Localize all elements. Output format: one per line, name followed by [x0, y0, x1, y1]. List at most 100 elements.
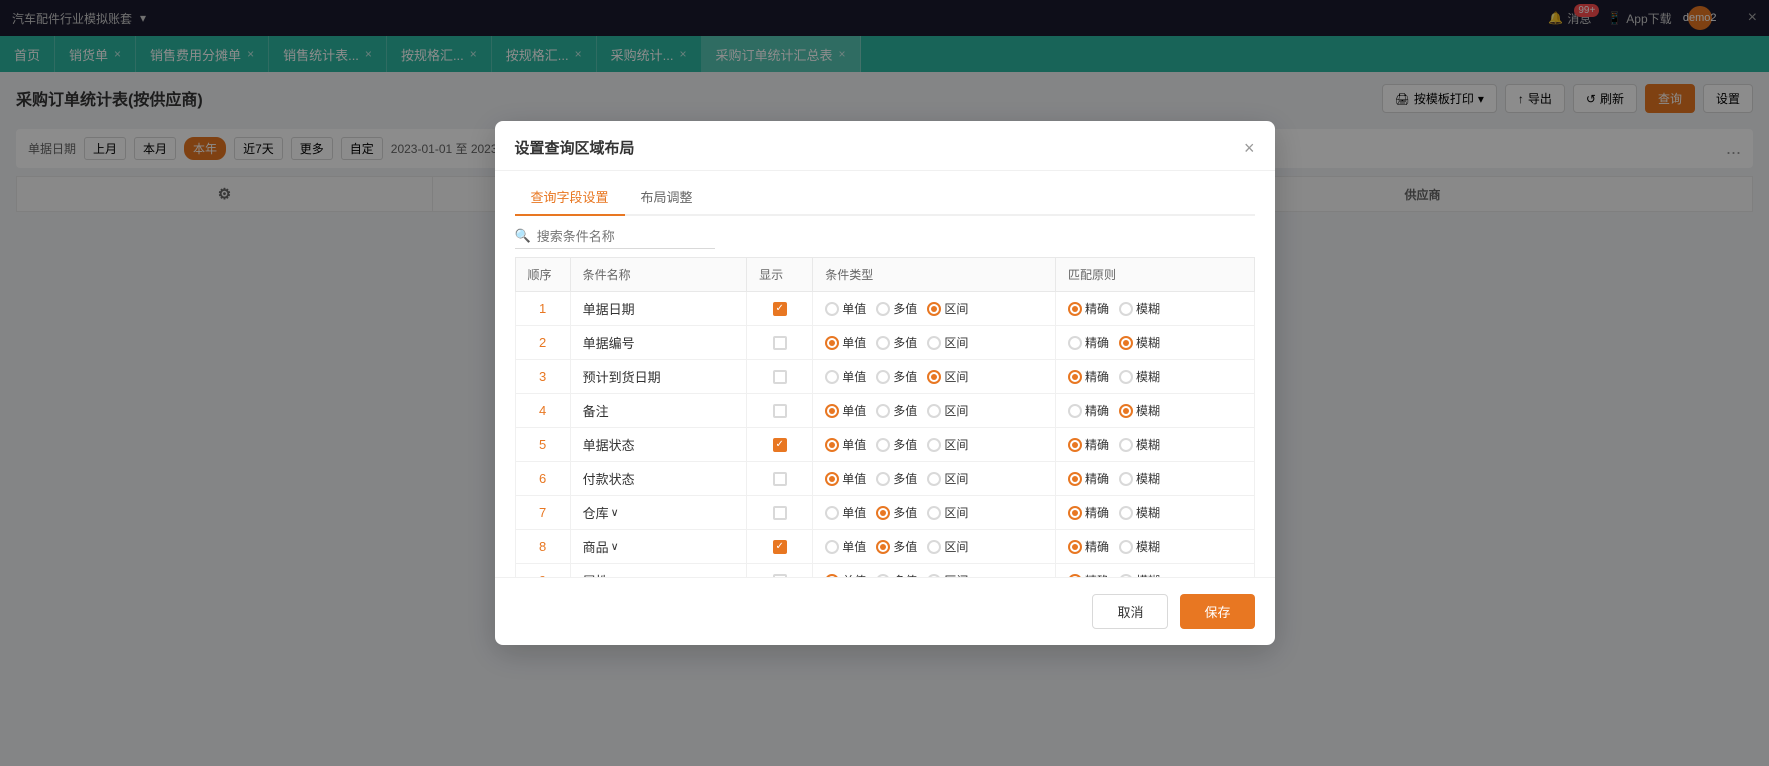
- tab-query-fields[interactable]: 查询字段设置: [515, 179, 625, 216]
- search-input[interactable]: [537, 229, 697, 244]
- match-radio-item[interactable]: 模糊: [1119, 436, 1160, 453]
- radio-label: 模糊: [1136, 368, 1160, 385]
- radio-circle: [825, 438, 839, 452]
- type-radio-item[interactable]: 区间: [927, 402, 968, 419]
- row-display: [747, 360, 813, 394]
- table-row: 4备注单值多值区间精确模糊: [515, 394, 1254, 428]
- radio-label: 多值: [893, 402, 917, 419]
- display-checkbox[interactable]: [773, 540, 787, 554]
- radio-label: 区间: [944, 402, 968, 419]
- display-checkbox[interactable]: [773, 370, 787, 384]
- radio-circle: [876, 404, 890, 418]
- radio-label: 模糊: [1136, 470, 1160, 487]
- match-radio-item[interactable]: 精确: [1068, 368, 1109, 385]
- save-button[interactable]: 保存: [1180, 594, 1254, 629]
- match-radio-item[interactable]: 精确: [1068, 300, 1109, 317]
- radio-label: 模糊: [1136, 402, 1160, 419]
- display-checkbox[interactable]: [773, 404, 787, 418]
- radio-circle: [825, 472, 839, 486]
- type-radio-item[interactable]: 区间: [927, 538, 968, 555]
- radio-circle: [1119, 540, 1133, 554]
- type-radio-item[interactable]: 区间: [927, 436, 968, 453]
- type-radio-item[interactable]: 区间: [927, 334, 968, 351]
- match-radio-item[interactable]: 精确: [1068, 538, 1109, 555]
- modal-search: 🔍: [515, 216, 1255, 257]
- expand-icon[interactable]: 仓库 ∨: [583, 503, 619, 522]
- row-match: 精确模糊: [1055, 428, 1254, 462]
- type-radio-item[interactable]: 单值: [825, 436, 866, 453]
- type-radio-item[interactable]: 多值: [876, 538, 917, 555]
- cancel-button[interactable]: 取消: [1092, 594, 1168, 629]
- row-type: 单值多值区间: [813, 564, 1056, 578]
- type-radio-item[interactable]: 单值: [825, 334, 866, 351]
- type-radio-item[interactable]: 单值: [825, 368, 866, 385]
- match-radio-item[interactable]: 模糊: [1119, 402, 1160, 419]
- modal-overlay[interactable]: 设置查询区域布局 × 查询字段设置 布局调整 🔍: [0, 0, 1769, 766]
- type-radio-item[interactable]: 区间: [927, 504, 968, 521]
- row-type: 单值多值区间: [813, 530, 1056, 564]
- match-radio-item[interactable]: 精确: [1068, 470, 1109, 487]
- match-radio-item[interactable]: 精确: [1068, 334, 1109, 351]
- row-order: 7: [515, 496, 570, 530]
- modal-close-button[interactable]: ×: [1244, 139, 1255, 157]
- row-type: 单值 多值 区间: [813, 394, 1056, 428]
- match-radio-item[interactable]: 模糊: [1119, 300, 1160, 317]
- match-radio-item[interactable]: 模糊: [1119, 538, 1160, 555]
- radio-label: 单值: [842, 504, 866, 521]
- display-checkbox[interactable]: [773, 302, 787, 316]
- radio-label: 多值: [893, 436, 917, 453]
- modal-title: 设置查询区域布局: [515, 137, 635, 158]
- match-radio-item[interactable]: 模糊: [1119, 504, 1160, 521]
- row-display: [747, 292, 813, 326]
- radio-label: 多值: [893, 334, 917, 351]
- type-radio-item[interactable]: 单值: [825, 470, 866, 487]
- expand-icon[interactable]: 商品 ∨: [583, 537, 619, 556]
- table-row: 6付款状态单值多值区间精确模糊: [515, 462, 1254, 496]
- row-type: 单值多值区间: [813, 360, 1056, 394]
- tab-layout-adjust[interactable]: 布局调整: [625, 179, 709, 216]
- type-radio-item[interactable]: 多值: [876, 504, 917, 521]
- radio-circle: [1068, 472, 1082, 486]
- row-display: [747, 564, 813, 578]
- table-row: 8商品 ∨单值多值区间精确模糊: [515, 530, 1254, 564]
- radio-circle: [927, 404, 941, 418]
- type-radio-item[interactable]: 单值: [825, 300, 866, 317]
- type-radio-item[interactable]: 区间: [927, 368, 968, 385]
- radio-label: 精确: [1085, 402, 1109, 419]
- radio-circle: [1119, 404, 1133, 418]
- match-radio-item[interactable]: 模糊: [1119, 368, 1160, 385]
- match-radio-item[interactable]: 精确: [1068, 504, 1109, 521]
- type-radio-item[interactable]: 多值: [876, 436, 917, 453]
- display-checkbox[interactable]: [773, 336, 787, 350]
- type-radio-item[interactable]: 多值: [876, 402, 917, 419]
- table-row: 2单据编号单值多值区间精确模糊: [515, 326, 1254, 360]
- type-radio-item[interactable]: 区间: [927, 300, 968, 317]
- type-radio-item[interactable]: 多值: [876, 470, 917, 487]
- row-type: 单值多值区间: [813, 462, 1056, 496]
- radio-circle: [927, 540, 941, 554]
- radio-circle: [927, 302, 941, 316]
- display-checkbox[interactable]: [773, 472, 787, 486]
- match-radio-item[interactable]: 精确: [1068, 436, 1109, 453]
- match-radio-item[interactable]: 精确: [1068, 402, 1109, 419]
- type-radio-item[interactable]: 区间: [927, 470, 968, 487]
- modal-header: 设置查询区域布局 ×: [495, 121, 1275, 171]
- radio-label: 精确: [1085, 368, 1109, 385]
- display-checkbox[interactable]: [773, 438, 787, 452]
- match-radio-item[interactable]: 模糊: [1119, 334, 1160, 351]
- match-radio-item[interactable]: 模糊: [1119, 470, 1160, 487]
- modal-table-wrap: 顺序 条件名称 显示 条件类型 匹配原则 1单据日期单值多值区间精确模糊2单据编…: [515, 257, 1255, 577]
- radio-circle: [825, 404, 839, 418]
- type-radio-item[interactable]: 单值: [825, 504, 866, 521]
- display-checkbox[interactable]: [773, 506, 787, 520]
- type-radio-item[interactable]: 多值: [876, 334, 917, 351]
- type-radio-item[interactable]: 多值: [876, 368, 917, 385]
- radio-circle: [1068, 370, 1082, 384]
- table-row: 5单据状态单值多值区间精确模糊: [515, 428, 1254, 462]
- type-radio-item[interactable]: 多值: [876, 300, 917, 317]
- th-type: 条件类型: [813, 258, 1056, 292]
- radio-circle: [1119, 472, 1133, 486]
- row-type: 单值多值区间: [813, 292, 1056, 326]
- type-radio-item[interactable]: 单值: [825, 402, 866, 419]
- type-radio-item[interactable]: 单值: [825, 538, 866, 555]
